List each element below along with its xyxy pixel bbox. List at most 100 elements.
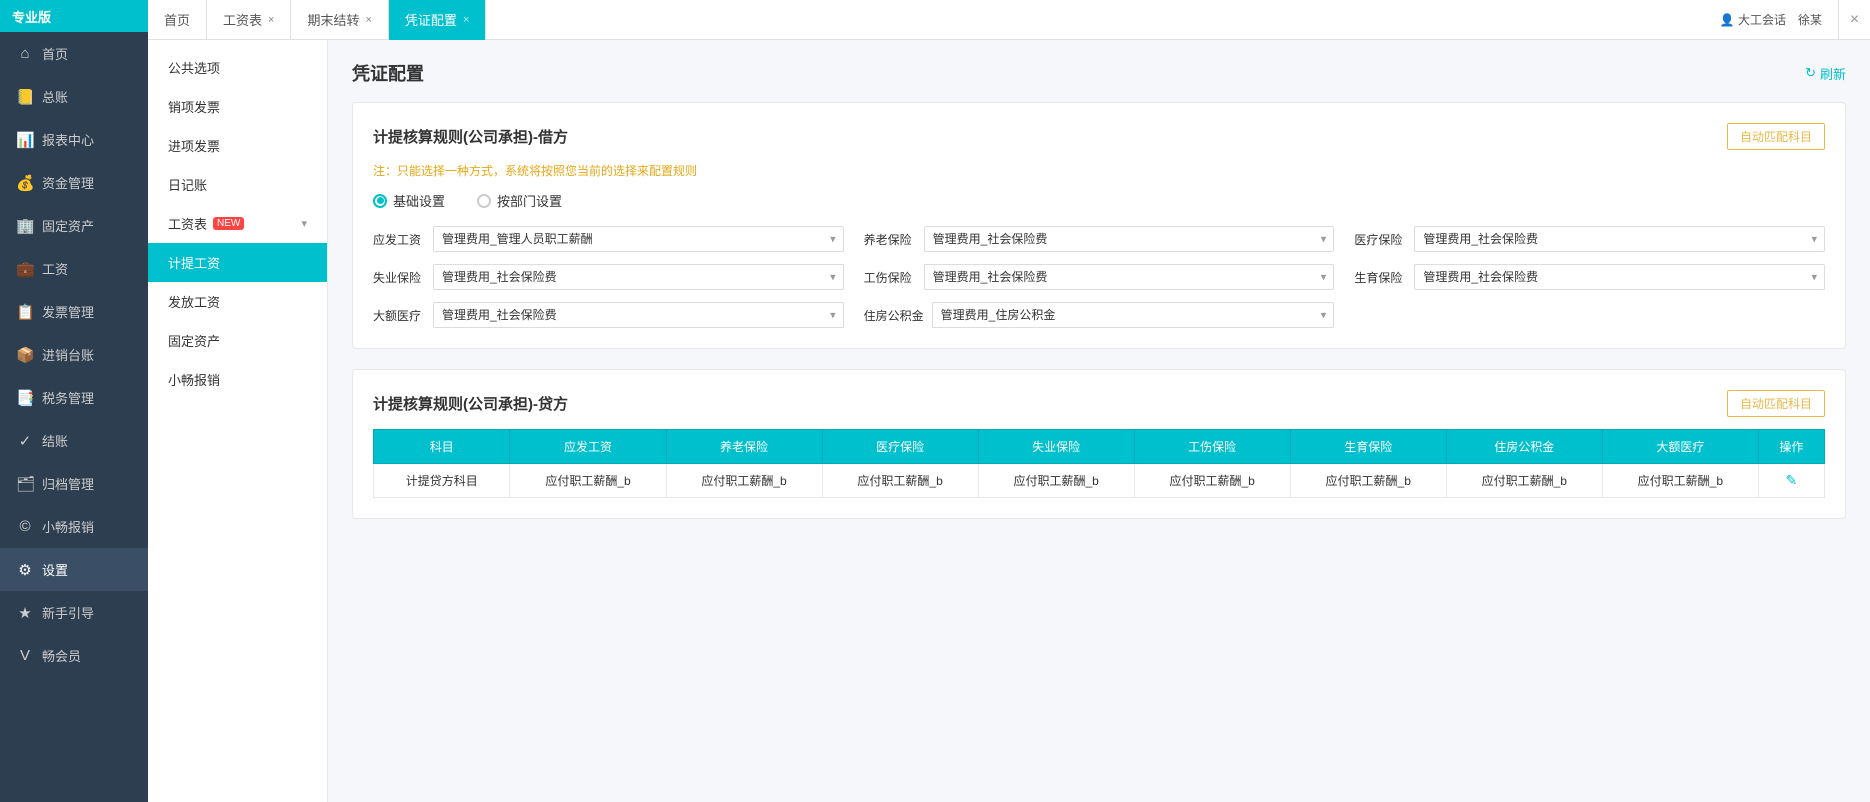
sidebar-item-capital[interactable]: 💰 资金管理: [0, 161, 148, 204]
assets-icon: 🏢: [16, 217, 34, 235]
table-row: 计提贷方科目 应付职工薪酬_b 应付职工薪酬_b 应付职工薪酬_b 应付职工薪酬…: [374, 464, 1825, 498]
nav-item-salary-table[interactable]: 工资表 NEW ▾: [148, 204, 327, 243]
topbar-right: 👤 大工会话 徐某: [1720, 11, 1838, 28]
xcreport-icon: ©: [16, 518, 34, 535]
nav-item-calc-salary[interactable]: 计提工资: [148, 243, 327, 282]
new-badge: NEW: [213, 217, 244, 230]
select-medical[interactable]: 管理费用_社会保险费: [1414, 226, 1825, 252]
sidebar-item-member[interactable]: V 畅会员: [0, 634, 148, 677]
form-row-birth: 生育保险 管理费用_社会保险费: [1354, 264, 1825, 290]
select-salary[interactable]: 管理费用_管理人员职工薪酬: [433, 226, 844, 252]
guide-icon: ★: [16, 604, 34, 622]
refresh-button[interactable]: ↻ 刷新: [1805, 64, 1846, 83]
select-big-medical-input[interactable]: 管理费用_社会保险费: [433, 302, 844, 328]
sidebar-item-sales[interactable]: 📦 进销台账: [0, 333, 148, 376]
radio-basic[interactable]: 基础设置: [373, 191, 445, 210]
nav-item-fixed-assets[interactable]: 固定资产: [148, 321, 327, 360]
cell-birth: 应付职工薪酬_b: [1290, 464, 1446, 498]
sidebar-item-close[interactable]: ✓ 结账: [0, 419, 148, 462]
form-row-pension: 养老保险 管理费用_社会保险费: [864, 226, 1335, 252]
sidebar-item-xcreport[interactable]: © 小畅报销: [0, 505, 148, 548]
sidebar-item-invoice[interactable]: 📋 发票管理: [0, 290, 148, 333]
sidebar: 专业版 ⌂ 首页 📒 总账 📊 报表中心 💰 资金管理 🏢 固定资产 💼 工资 …: [0, 0, 148, 802]
form-row-salary: 应发工资 管理费用_管理人员职工薪酬: [373, 226, 844, 252]
select-housing-input[interactable]: 管理费用_住房公积金: [932, 302, 1335, 328]
page-header: 凭证配置 ↻ 刷新: [352, 60, 1846, 86]
auto-match-credit-button[interactable]: 自动匹配科目: [1727, 390, 1825, 417]
cell-action[interactable]: ✎: [1758, 464, 1824, 498]
nav-item-purchase-invoice[interactable]: 进项发票: [148, 126, 327, 165]
auto-match-debit-button[interactable]: 自动匹配科目: [1727, 123, 1825, 150]
select-birth[interactable]: 管理费用_社会保险费: [1414, 264, 1825, 290]
tab-voucher[interactable]: 凭证配置 ×: [389, 0, 486, 40]
table-header-row: 科目 应发工资 养老保险 医疗保险 失业保险 工伤保险 生育保险 住房公积金 大…: [374, 430, 1825, 464]
nav-item-sales-invoice[interactable]: 销项发票: [148, 87, 327, 126]
sidebar-item-assets[interactable]: 🏢 固定资产: [0, 204, 148, 247]
edit-icon[interactable]: ✎: [1786, 472, 1798, 488]
cell-big-medical: 应付职工薪酬_b: [1602, 464, 1758, 498]
select-pension[interactable]: 管理费用_社会保险费: [924, 226, 1335, 252]
sidebar-item-reports[interactable]: 📊 报表中心: [0, 118, 148, 161]
cell-unemployment: 应付职工薪酬_b: [978, 464, 1134, 498]
label-birth: 生育保险: [1354, 269, 1406, 286]
label-medical: 医疗保险: [1354, 231, 1406, 248]
label-big-medical: 大额医疗: [373, 307, 425, 324]
close-account-icon: ✓: [16, 432, 34, 450]
section2-header: 计提核算规则(公司承担)-贷方 自动匹配科目: [373, 390, 1825, 417]
form-row-injury: 工伤保险 管理费用_社会保险费: [864, 264, 1335, 290]
section-credit: 计提核算规则(公司承担)-贷方 自动匹配科目 科目 应发工资 养老保险 医疗保险…: [352, 369, 1846, 519]
nav-item-xc-expense[interactable]: 小畅报销: [148, 360, 327, 399]
brand-label: 专业版: [0, 0, 148, 32]
select-injury-input[interactable]: 管理费用_社会保险费: [924, 264, 1335, 290]
tab-voucher-close[interactable]: ×: [463, 14, 469, 26]
section1-title: 计提核算规则(公司承担)-借方: [373, 126, 568, 147]
sidebar-item-home[interactable]: ⌂ 首页: [0, 32, 148, 75]
window-close-btn[interactable]: ×: [1838, 0, 1870, 40]
tab-period[interactable]: 期末结转 ×: [291, 0, 388, 40]
select-birth-input[interactable]: 管理费用_社会保险费: [1414, 264, 1825, 290]
form-row-housing: 住房公积金 管理费用_住房公积金: [864, 302, 1335, 328]
select-big-medical[interactable]: 管理费用_社会保险费: [433, 302, 844, 328]
radio-department[interactable]: 按部门设置: [477, 191, 562, 210]
radio-group: 基础设置 按部门设置: [373, 191, 1825, 210]
tab-period-close[interactable]: ×: [365, 14, 371, 26]
cell-salary: 应付职工薪酬_b: [510, 464, 666, 498]
sidebar-item-guide[interactable]: ★ 新手引导: [0, 591, 148, 634]
section-debit: 计提核算规则(公司承担)-借方 自动匹配科目 注：只能选择一种方式，系统将按照您…: [352, 102, 1846, 349]
capital-icon: 💰: [16, 174, 34, 192]
topbar: 首页 工资表 × 期末结转 × 凭证配置 × 👤 大工会话 徐某 ×: [148, 0, 1870, 40]
select-housing[interactable]: 管理费用_住房公积金: [932, 302, 1335, 328]
sidebar-item-salary[interactable]: 💼 工资: [0, 247, 148, 290]
page-title: 凭证配置: [352, 60, 424, 86]
form-grid: 应发工资 管理费用_管理人员职工薪酬 养老保险 管理费用_社会保险费: [373, 226, 1825, 328]
tab-salary[interactable]: 工资表 ×: [207, 0, 291, 40]
nav-item-public[interactable]: 公共选项: [148, 48, 327, 87]
tab-salary-close[interactable]: ×: [268, 14, 274, 26]
select-medical-input[interactable]: 管理费用_社会保险费: [1414, 226, 1825, 252]
user-info: 👤 大工会话: [1720, 11, 1786, 28]
col-big-medical: 大额医疗: [1602, 430, 1758, 464]
nav-item-pay-salary[interactable]: 发放工资: [148, 282, 327, 321]
select-unemployment[interactable]: 管理费用_社会保险费: [433, 264, 844, 290]
section2-title: 计提核算规则(公司承担)-贷方: [373, 393, 568, 414]
sidebar-item-archive[interactable]: 🗂 归档管理: [0, 462, 148, 505]
sidebar-item-ledger[interactable]: 📒 总账: [0, 75, 148, 118]
col-injury: 工伤保险: [1134, 430, 1290, 464]
tab-home[interactable]: 首页: [148, 0, 207, 40]
content-area: 公共选项 销项发票 进项发票 日记账 工资表 NEW ▾ 计提工资 发放工资: [148, 40, 1870, 802]
select-salary-input[interactable]: 管理费用_管理人员职工薪酬: [433, 226, 844, 252]
nav-item-journal[interactable]: 日记账: [148, 165, 327, 204]
select-injury[interactable]: 管理费用_社会保险费: [924, 264, 1335, 290]
label-unemployment: 失业保险: [373, 269, 425, 286]
sidebar-item-settings[interactable]: ⚙ 设置: [0, 548, 148, 591]
label-housing: 住房公积金: [864, 307, 924, 324]
cell-injury: 应付职工薪酬_b: [1134, 464, 1290, 498]
salary-icon: 💼: [16, 260, 34, 278]
form-row-unemployment: 失业保险 管理费用_社会保险费: [373, 264, 844, 290]
form-row-big-medical: 大额医疗 管理费用_社会保险费: [373, 302, 844, 328]
select-unemployment-input[interactable]: 管理费用_社会保险费: [433, 264, 844, 290]
member-icon: V: [16, 647, 34, 664]
select-pension-input[interactable]: 管理费用_社会保险费: [924, 226, 1335, 252]
sidebar-item-tax[interactable]: 📑 税务管理: [0, 376, 148, 419]
radio-dept-circle: [477, 194, 491, 208]
